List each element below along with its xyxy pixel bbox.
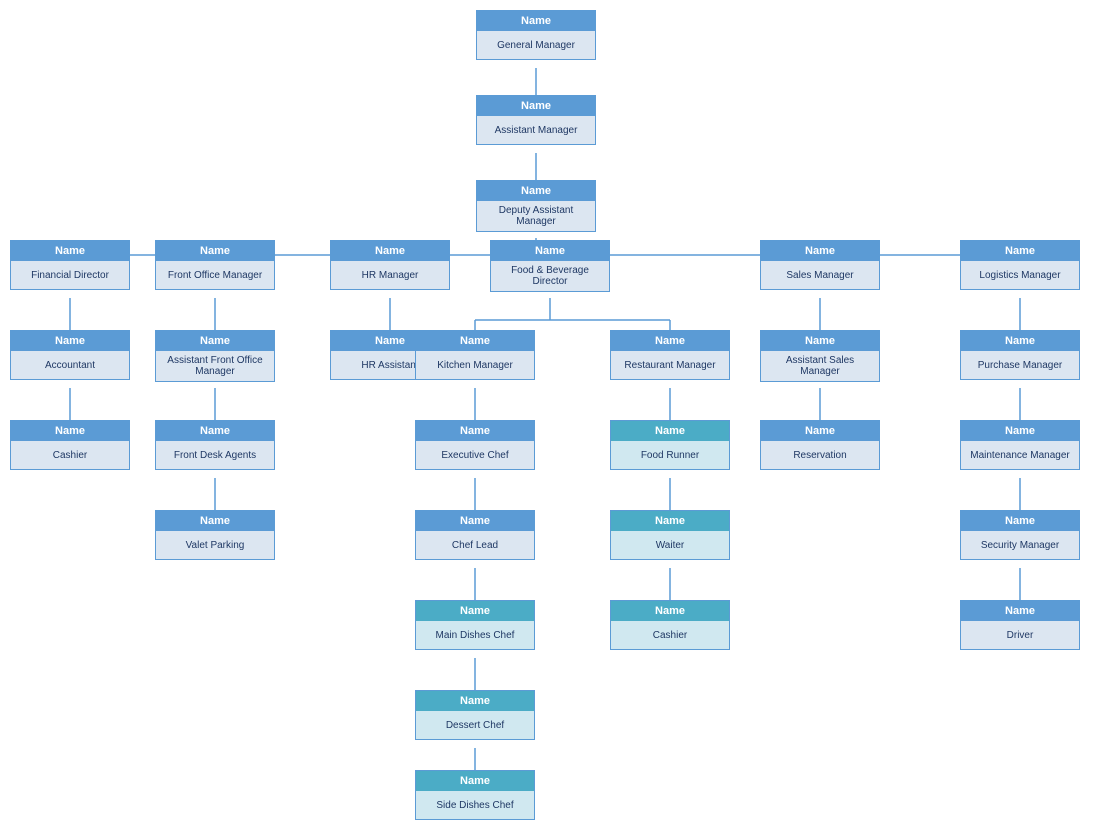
node-waiter: Name Waiter xyxy=(610,510,730,560)
org-chart: Name General Manager Name Assistant Mana… xyxy=(0,0,1109,829)
node-general-manager-role: General Manager xyxy=(477,31,595,59)
node-dessert-chef: Name Dessert Chef xyxy=(415,690,535,740)
node-purchase-manager: Name Purchase Manager xyxy=(960,330,1080,380)
node-hr-manager: Name HR Manager xyxy=(330,240,450,290)
node-reservation: Name Reservation xyxy=(760,420,880,470)
node-maintenance-manager: Name Maintenance Manager xyxy=(960,420,1080,470)
node-side-dishes-chef: Name Side Dishes Chef xyxy=(415,770,535,820)
node-logistics-manager: Name Logistics Manager xyxy=(960,240,1080,290)
node-executive-chef: Name Executive Chef xyxy=(415,420,535,470)
node-accountant: Name Accountant xyxy=(10,330,130,380)
node-security-manager: Name Security Manager xyxy=(960,510,1080,560)
node-valet-parking: Name Valet Parking xyxy=(155,510,275,560)
node-food-runner: Name Food Runner xyxy=(610,420,730,470)
node-driver: Name Driver xyxy=(960,600,1080,650)
node-kitchen-manager: Name Kitchen Manager xyxy=(415,330,535,380)
node-general-manager-label: Name xyxy=(477,11,595,31)
node-front-desk-agents: Name Front Desk Agents xyxy=(155,420,275,470)
node-main-dishes-chef: Name Main Dishes Chef xyxy=(415,600,535,650)
node-assistant-manager: Name Assistant Manager xyxy=(476,95,596,145)
node-assistant-manager-role: Assistant Manager xyxy=(477,116,595,144)
node-deputy-assistant-label: Name xyxy=(477,181,595,201)
node-deputy-assistant: Name Deputy Assistant Manager xyxy=(476,180,596,232)
node-asst-front-office: Name Assistant Front Office Manager xyxy=(155,330,275,382)
node-food-beverage-director: Name Food & Beverage Director xyxy=(490,240,610,292)
node-financial-director: Name Financial Director xyxy=(10,240,130,290)
node-cashier1: Name Cashier xyxy=(10,420,130,470)
node-restaurant-manager: Name Restaurant Manager xyxy=(610,330,730,380)
node-cashier2: Name Cashier xyxy=(610,600,730,650)
node-deputy-assistant-role: Deputy Assistant Manager xyxy=(477,201,595,231)
node-assistant-manager-label: Name xyxy=(477,96,595,116)
node-asst-sales-manager: Name Assistant Sales Manager xyxy=(760,330,880,382)
node-front-office-manager: Name Front Office Manager xyxy=(155,240,275,290)
node-chef-lead: Name Chef Lead xyxy=(415,510,535,560)
node-sales-manager: Name Sales Manager xyxy=(760,240,880,290)
node-general-manager: Name General Manager xyxy=(476,10,596,60)
